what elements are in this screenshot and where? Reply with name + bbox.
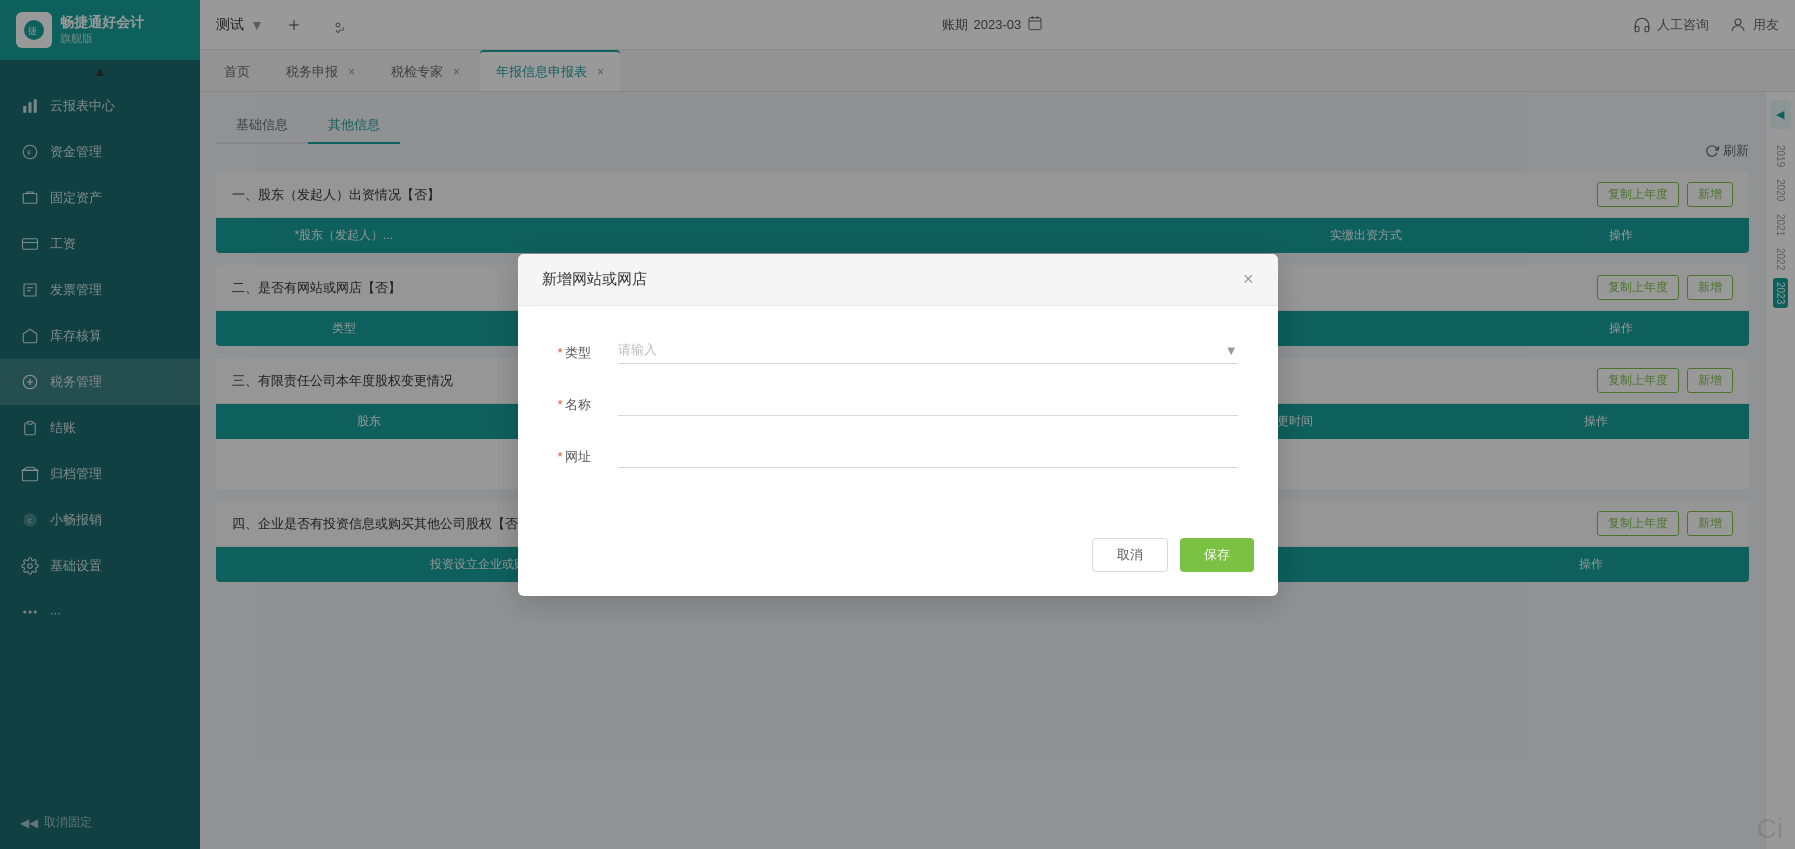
type-field-wrap: ▼ <box>618 336 1238 364</box>
type-dropdown-icon[interactable]: ▼ <box>1225 342 1238 357</box>
modal-body: * 类型 ▼ * 名称 * <box>518 306 1278 522</box>
modal-overlay[interactable]: 新增网站或网店 × * 类型 ▼ * 名称 <box>0 0 1795 849</box>
add-website-modal: 新增网站或网店 × * 类型 ▼ * 名称 <box>518 254 1278 596</box>
form-row-name: * 名称 <box>558 388 1238 416</box>
type-input[interactable] <box>618 336 1238 364</box>
name-input[interactable] <box>618 388 1238 416</box>
form-label-url: * 网址 <box>558 440 618 466</box>
required-marker-url: * <box>558 449 563 464</box>
url-field-wrap <box>618 440 1238 468</box>
modal-title: 新增网站或网店 <box>542 270 647 289</box>
required-marker-name: * <box>558 397 563 412</box>
name-field-wrap <box>618 388 1238 416</box>
modal-footer: 取消 保存 <box>518 522 1278 596</box>
form-row-url: * 网址 <box>558 440 1238 468</box>
label-text-type: 类型 <box>565 344 591 362</box>
form-label-name: * 名称 <box>558 388 618 414</box>
form-label-type: * 类型 <box>558 336 618 362</box>
form-row-type: * 类型 ▼ <box>558 336 1238 364</box>
label-text-name: 名称 <box>565 396 591 414</box>
modal-header: 新增网站或网店 × <box>518 254 1278 306</box>
modal-close-button[interactable]: × <box>1243 270 1254 288</box>
cancel-button[interactable]: 取消 <box>1092 538 1168 572</box>
url-input[interactable] <box>618 440 1238 468</box>
required-marker-type: * <box>558 345 563 360</box>
label-text-url: 网址 <box>565 448 591 466</box>
save-button[interactable]: 保存 <box>1180 538 1254 572</box>
